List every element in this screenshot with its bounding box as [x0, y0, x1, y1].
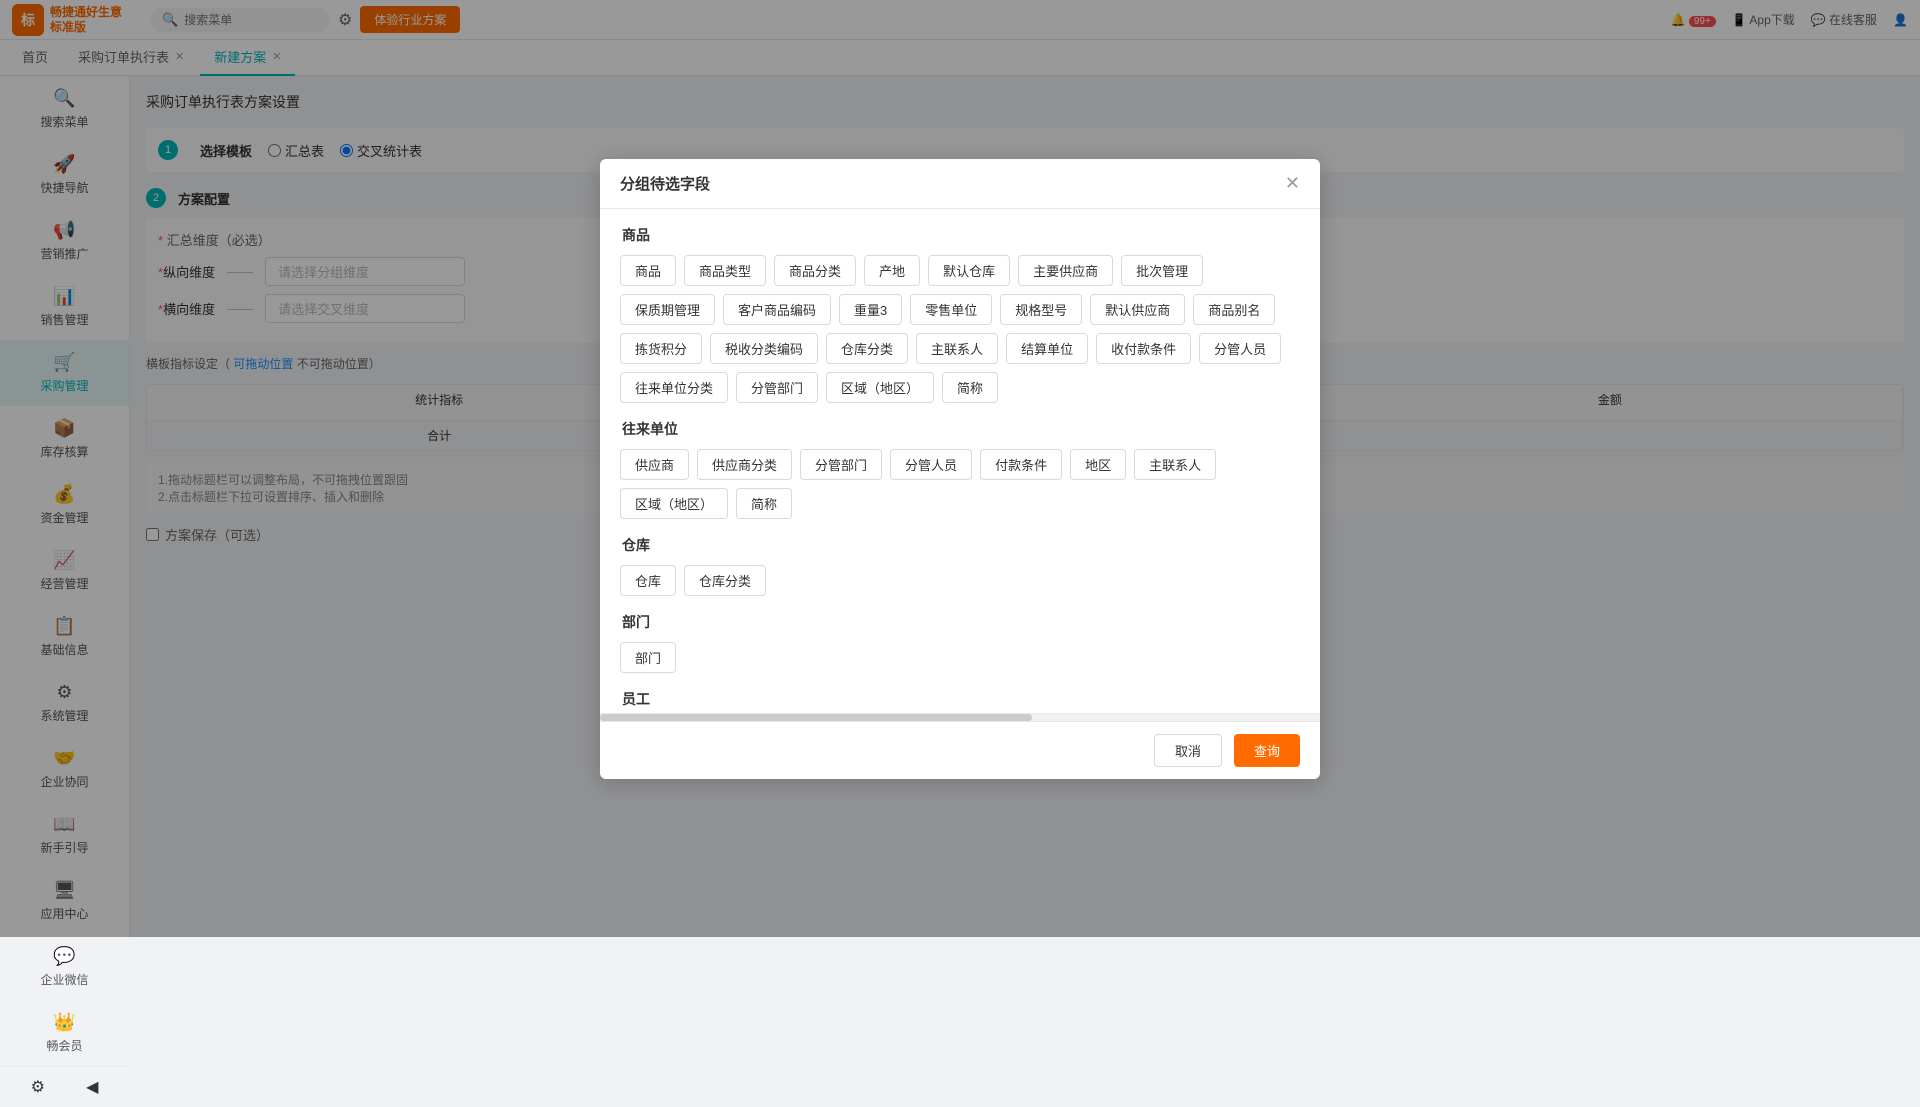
section-product: 商品 商品 商品类型 商品分类 产地 默认仓库 主要供应商 批次管理 保质期管理… — [620, 225, 1300, 403]
field-tag[interactable]: 批次管理 — [1121, 255, 1203, 286]
sidebar-collapse-icon[interactable]: ◀ — [86, 1077, 98, 1097]
field-tag[interactable]: 主要供应商 — [1018, 255, 1113, 286]
field-tag[interactable]: 区域（地区） — [826, 372, 934, 403]
modal-title: 分组待选字段 — [620, 173, 710, 194]
field-tag[interactable]: 结算单位 — [1006, 333, 1088, 364]
field-tag[interactable]: 保质期管理 — [620, 294, 715, 325]
field-tag[interactable]: 重量3 — [839, 294, 902, 325]
modal-close-icon[interactable]: ✕ — [1285, 174, 1300, 192]
field-tag[interactable]: 仓库 — [620, 565, 676, 596]
field-tag[interactable]: 产地 — [864, 255, 920, 286]
field-tag[interactable]: 仓库分类 — [684, 565, 766, 596]
field-tag[interactable]: 供应商分类 — [697, 449, 792, 480]
field-tag[interactable]: 分管部门 — [736, 372, 818, 403]
section-product-title: 商品 — [620, 225, 1300, 245]
field-tag[interactable]: 零售单位 — [910, 294, 992, 325]
modal-footer: 取消 查询 — [600, 721, 1320, 779]
section-employee-title: 员工 — [620, 689, 1300, 709]
section-product-fields: 商品 商品类型 商品分类 产地 默认仓库 主要供应商 批次管理 保质期管理 客户… — [620, 255, 1300, 403]
confirm-button[interactable]: 查询 — [1234, 734, 1300, 767]
sidebar-bottom: ⚙ ◀ — [0, 1066, 129, 1107]
modal-horizontal-scrollbar[interactable] — [600, 713, 1320, 720]
modal-body: 商品 商品 商品类型 商品分类 产地 默认仓库 主要供应商 批次管理 保质期管理… — [600, 209, 1320, 714]
field-tag[interactable]: 简称 — [942, 372, 998, 403]
field-tag[interactable]: 客户商品编码 — [723, 294, 831, 325]
field-tag[interactable]: 主联系人 — [1134, 449, 1216, 480]
field-tag[interactable]: 默认仓库 — [928, 255, 1010, 286]
field-tag[interactable]: 商品别名 — [1193, 294, 1275, 325]
field-tag[interactable]: 税收分类编码 — [710, 333, 818, 364]
wechat-icon: 💬 — [53, 946, 75, 967]
section-warehouse-title: 仓库 — [620, 535, 1300, 555]
field-tag[interactable]: 主联系人 — [916, 333, 998, 364]
modal-header: 分组待选字段 ✕ — [600, 159, 1320, 209]
modal-hscroll-thumb[interactable] — [600, 714, 1032, 720]
field-tag[interactable]: 仓库分类 — [826, 333, 908, 364]
modal-overlay: 分组待选字段 ✕ 商品 商品 商品类型 商品分类 产地 默认仓库 主要供应商 批… — [0, 0, 1920, 937]
field-tag[interactable]: 往来单位分类 — [620, 372, 728, 403]
section-dept-title: 部门 — [620, 612, 1300, 632]
sidebar-item-wechat-label: 企业微信 — [40, 971, 88, 988]
field-tag[interactable]: 收付款条件 — [1096, 333, 1191, 364]
field-tag[interactable]: 分管人员 — [1199, 333, 1281, 364]
field-tag[interactable]: 地区 — [1070, 449, 1126, 480]
sidebar-settings-icon[interactable]: ⚙ — [31, 1077, 45, 1097]
field-tag[interactable]: 分管人员 — [890, 449, 972, 480]
field-tag[interactable]: 商品类型 — [684, 255, 766, 286]
field-select-modal: 分组待选字段 ✕ 商品 商品 商品类型 商品分类 产地 默认仓库 主要供应商 批… — [600, 159, 1320, 779]
field-tag[interactable]: 付款条件 — [980, 449, 1062, 480]
cancel-button[interactable]: 取消 — [1154, 734, 1222, 767]
field-tag[interactable]: 商品 — [620, 255, 676, 286]
sidebar-item-member-label: 畅会员 — [46, 1037, 82, 1054]
field-tag[interactable]: 规格型号 — [1000, 294, 1082, 325]
sidebar-item-member[interactable]: 👑 畅会员 — [0, 1000, 129, 1066]
field-tag[interactable]: 默认供应商 — [1090, 294, 1185, 325]
sidebar-item-wechat[interactable]: 💬 企业微信 — [0, 934, 129, 1000]
section-dept: 部门 部门 — [620, 612, 1300, 673]
field-tag[interactable]: 部门 — [620, 642, 676, 673]
section-partner: 往来单位 供应商 供应商分类 分管部门 分管人员 付款条件 地区 主联系人 区域… — [620, 419, 1300, 519]
section-warehouse-fields: 仓库 仓库分类 — [620, 565, 1300, 596]
field-tag[interactable]: 简称 — [736, 488, 792, 519]
field-tag[interactable]: 拣货积分 — [620, 333, 702, 364]
section-dept-fields: 部门 — [620, 642, 1300, 673]
field-tag[interactable]: 商品分类 — [774, 255, 856, 286]
field-tag[interactable]: 分管部门 — [800, 449, 882, 480]
section-partner-title: 往来单位 — [620, 419, 1300, 439]
section-warehouse: 仓库 仓库 仓库分类 — [620, 535, 1300, 596]
field-tag[interactable]: 供应商 — [620, 449, 689, 480]
field-tag[interactable]: 区域（地区） — [620, 488, 728, 519]
member-icon: 👑 — [53, 1012, 75, 1033]
section-employee: 员工 业务员 — [620, 689, 1300, 714]
section-partner-fields: 供应商 供应商分类 分管部门 分管人员 付款条件 地区 主联系人 区域（地区） … — [620, 449, 1300, 519]
